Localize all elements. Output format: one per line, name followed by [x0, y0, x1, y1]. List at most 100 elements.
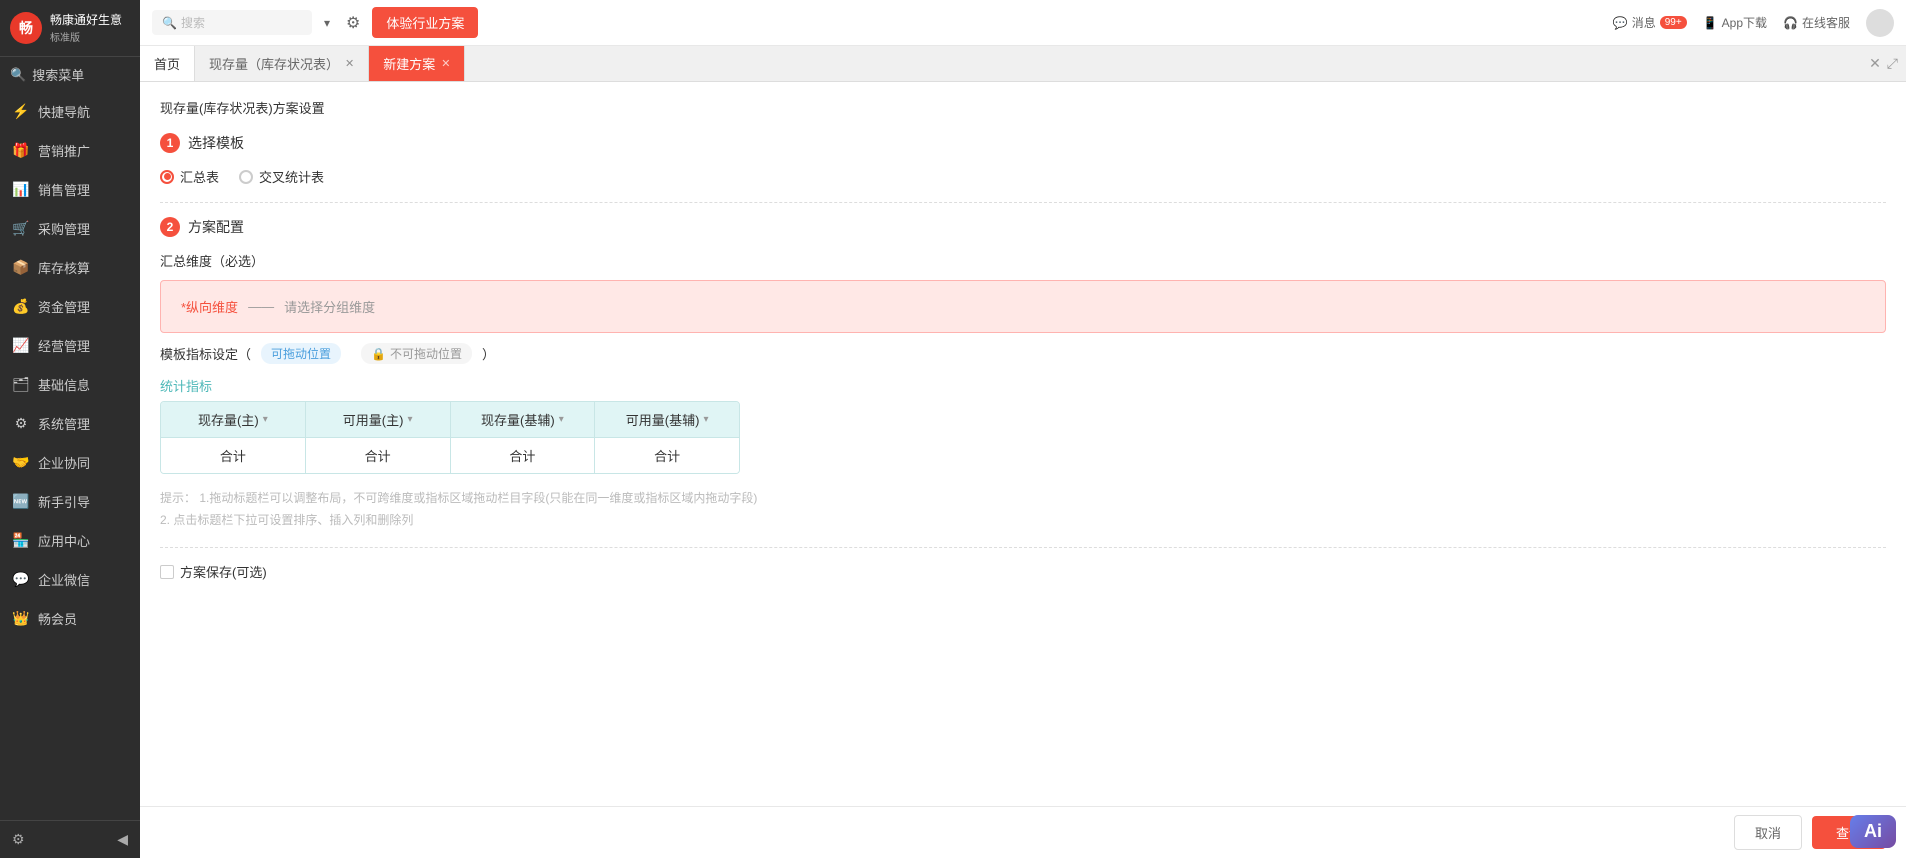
section1-num: 1	[160, 133, 180, 153]
col-body-3: 合计	[595, 437, 739, 473]
sales-icon: 📊	[12, 181, 30, 199]
dim-row[interactable]: *纵向维度 —— 请选择分组维度	[160, 280, 1886, 333]
app-name: 畅康通好生意	[50, 12, 122, 29]
app-download-icon: 📱	[1703, 16, 1718, 30]
dim-placeholder: 请选择分组维度	[284, 297, 375, 316]
tips-section: 提示： 1.拖动标题栏可以调整布局，不可跨维度或指标区域拖动栏目字段(只能在同一…	[160, 488, 1886, 531]
col-body-0: 合计	[161, 437, 306, 473]
section2-header: 2 方案配置	[160, 217, 1886, 237]
dim-required-label: *纵向维度	[181, 297, 238, 316]
tab-expand-icon[interactable]: ⤢	[1887, 55, 1898, 72]
settings-icon[interactable]: ⚙	[12, 831, 25, 848]
app-logo-icon: 畅	[10, 12, 42, 44]
inventory-icon: 📦	[12, 259, 30, 277]
cooperation-icon: 🤝	[12, 454, 30, 472]
col-header-0[interactable]: 现存量(主) ▾	[161, 402, 306, 437]
col-header-2[interactable]: 现存量(基辅) ▾	[451, 402, 596, 437]
tab-new-plan-close[interactable]: ✕	[441, 57, 450, 70]
app-center-icon: 🏪	[12, 532, 30, 550]
section-config: 2 方案配置 汇总维度（必选） *纵向维度 —— 请选择分组维度 模板指标设定（…	[160, 217, 1886, 531]
sidebar-item-label: 应用中心	[38, 531, 90, 550]
topbar-search-text: 搜索	[181, 14, 205, 31]
col-body-1-val: 合计	[365, 446, 391, 465]
tab-home[interactable]: 首页	[140, 46, 195, 81]
sidebar-item-sales[interactable]: 📊 销售管理	[0, 170, 140, 209]
sidebar-item-label: 销售管理	[38, 180, 90, 199]
page-title: 现存量(库存状况表)方案设置	[160, 98, 1886, 117]
online-service-label: 在线客服	[1802, 14, 1850, 31]
sidebar-item-inventory[interactable]: 📦 库存核算	[0, 248, 140, 287]
col-body-1: 合计	[306, 437, 451, 473]
topbar-search[interactable]: 🔍 搜索	[152, 10, 312, 35]
tab-close-all-icon[interactable]: ✕	[1869, 55, 1881, 72]
stats-section: 统计指标 现存量(主) ▾ 可用量(主) ▾ 现存量(基辅)	[160, 376, 1886, 474]
topbar-dropdown-icon[interactable]: ▾	[320, 12, 334, 34]
sidebar-item-system[interactable]: ⚙ 系统管理	[0, 404, 140, 443]
save-option-label: 方案保存(可选)	[180, 562, 267, 581]
tab-new-plan[interactable]: 新建方案 ✕	[369, 46, 465, 81]
search-label: 搜索菜单	[32, 65, 84, 84]
tab-inventory-close[interactable]: ✕	[345, 57, 354, 70]
radio-summary[interactable]: 汇总表	[160, 167, 219, 186]
sidebar-item-finance[interactable]: 💰 资金管理	[0, 287, 140, 326]
purchase-icon: 🛒	[12, 220, 30, 238]
sidebar-item-label: 基础信息	[38, 375, 90, 394]
sidebar-item-marketing[interactable]: 🎁 营销推广	[0, 131, 140, 170]
sidebar-item-label: 企业微信	[38, 570, 90, 589]
topbar-gear-icon[interactable]: ⚙	[342, 9, 364, 37]
lock-icon: 🔒	[371, 347, 386, 361]
col-body-2: 合计	[451, 437, 596, 473]
business-icon: 📈	[12, 337, 30, 355]
sidebar-item-basic-info[interactable]: 🗂 基础信息	[0, 365, 140, 404]
sidebar-item-purchase[interactable]: 🛒 采购管理	[0, 209, 140, 248]
col-header-2-label: 现存量(基辅)	[481, 410, 555, 429]
sidebar-item-label: 快捷导航	[38, 102, 90, 121]
message-btn[interactable]: 💬 消息 99+	[1613, 14, 1687, 31]
draggable-badge: 可拖动位置	[261, 343, 341, 364]
wechat-icon: 💬	[12, 571, 30, 589]
col-header-1[interactable]: 可用量(主) ▾	[306, 402, 451, 437]
sidebar-item-member[interactable]: 👑 畅会员	[0, 599, 140, 638]
save-checkbox[interactable]	[160, 565, 174, 579]
indicator-settings: 模板指标设定（ 可拖动位置 🔒 不可拖动位置 ）	[160, 343, 1886, 364]
sidebar-item-cooperation[interactable]: 🤝 企业协同	[0, 443, 140, 482]
sidebar-item-new-guide[interactable]: 🆕 新手引导	[0, 482, 140, 521]
stats-table-body: 合计 合计 合计 合计	[161, 437, 739, 473]
ai-badge[interactable]: Ai	[1850, 815, 1896, 848]
sidebar-item-label: 采购管理	[38, 219, 90, 238]
app-download-btn[interactable]: 📱 App下载	[1703, 14, 1767, 31]
content-area: 现存量(库存状况表)方案设置 1 选择模板 汇总表 交叉统计表	[140, 82, 1906, 806]
radio-summary-label: 汇总表	[180, 167, 219, 186]
main-area: 🔍 搜索 ▾ ⚙ 体验行业方案 💬 消息 99+ 📱 App下载 🎧 在线客服	[140, 0, 1906, 858]
sidebar-item-label: 经营管理	[38, 336, 90, 355]
tips-title-label: 提示：	[160, 491, 196, 505]
col-header-3[interactable]: 可用量(基辅) ▾	[595, 402, 739, 437]
sidebar-item-business[interactable]: 📈 经营管理	[0, 326, 140, 365]
sidebar-item-wechat[interactable]: 💬 企业微信	[0, 560, 140, 599]
app-download-label: App下载	[1722, 14, 1767, 31]
col-header-0-label: 现存量(主)	[198, 410, 259, 429]
tab-inventory[interactable]: 现存量（库存状况表） ✕	[195, 46, 369, 81]
template-options: 汇总表 交叉统计表	[160, 167, 1886, 186]
section2-title: 方案配置	[188, 217, 244, 237]
user-avatar[interactable]	[1866, 9, 1894, 37]
app-edition: 标准版	[50, 29, 122, 44]
col-body-2-val: 合计	[509, 446, 535, 465]
col-3-arrow: ▾	[703, 414, 708, 425]
marketing-icon: 🎁	[12, 142, 30, 160]
radio-summary-circle	[160, 170, 174, 184]
radio-cross-circle	[239, 170, 253, 184]
collapse-icon[interactable]: ◀	[117, 831, 128, 848]
online-service-btn[interactable]: 🎧 在线客服	[1783, 14, 1850, 31]
trial-btn[interactable]: 体验行业方案	[372, 7, 478, 38]
sidebar-item-app-center[interactable]: 🏪 应用中心	[0, 521, 140, 560]
sidebar-item-quick-nav[interactable]: ⚡ 快捷导航	[0, 92, 140, 131]
col-body-0-val: 合计	[220, 446, 246, 465]
cancel-button[interactable]: 取消	[1734, 815, 1802, 850]
sidebar-search[interactable]: 🔍 搜索菜单	[0, 57, 140, 92]
divider1	[160, 202, 1886, 203]
section1-header: 1 选择模板	[160, 133, 1886, 153]
stats-table-header: 现存量(主) ▾ 可用量(主) ▾ 现存量(基辅) ▾ 可用量(基辅)	[161, 402, 739, 437]
radio-cross[interactable]: 交叉统计表	[239, 167, 324, 186]
message-icon: 💬	[1613, 16, 1628, 30]
